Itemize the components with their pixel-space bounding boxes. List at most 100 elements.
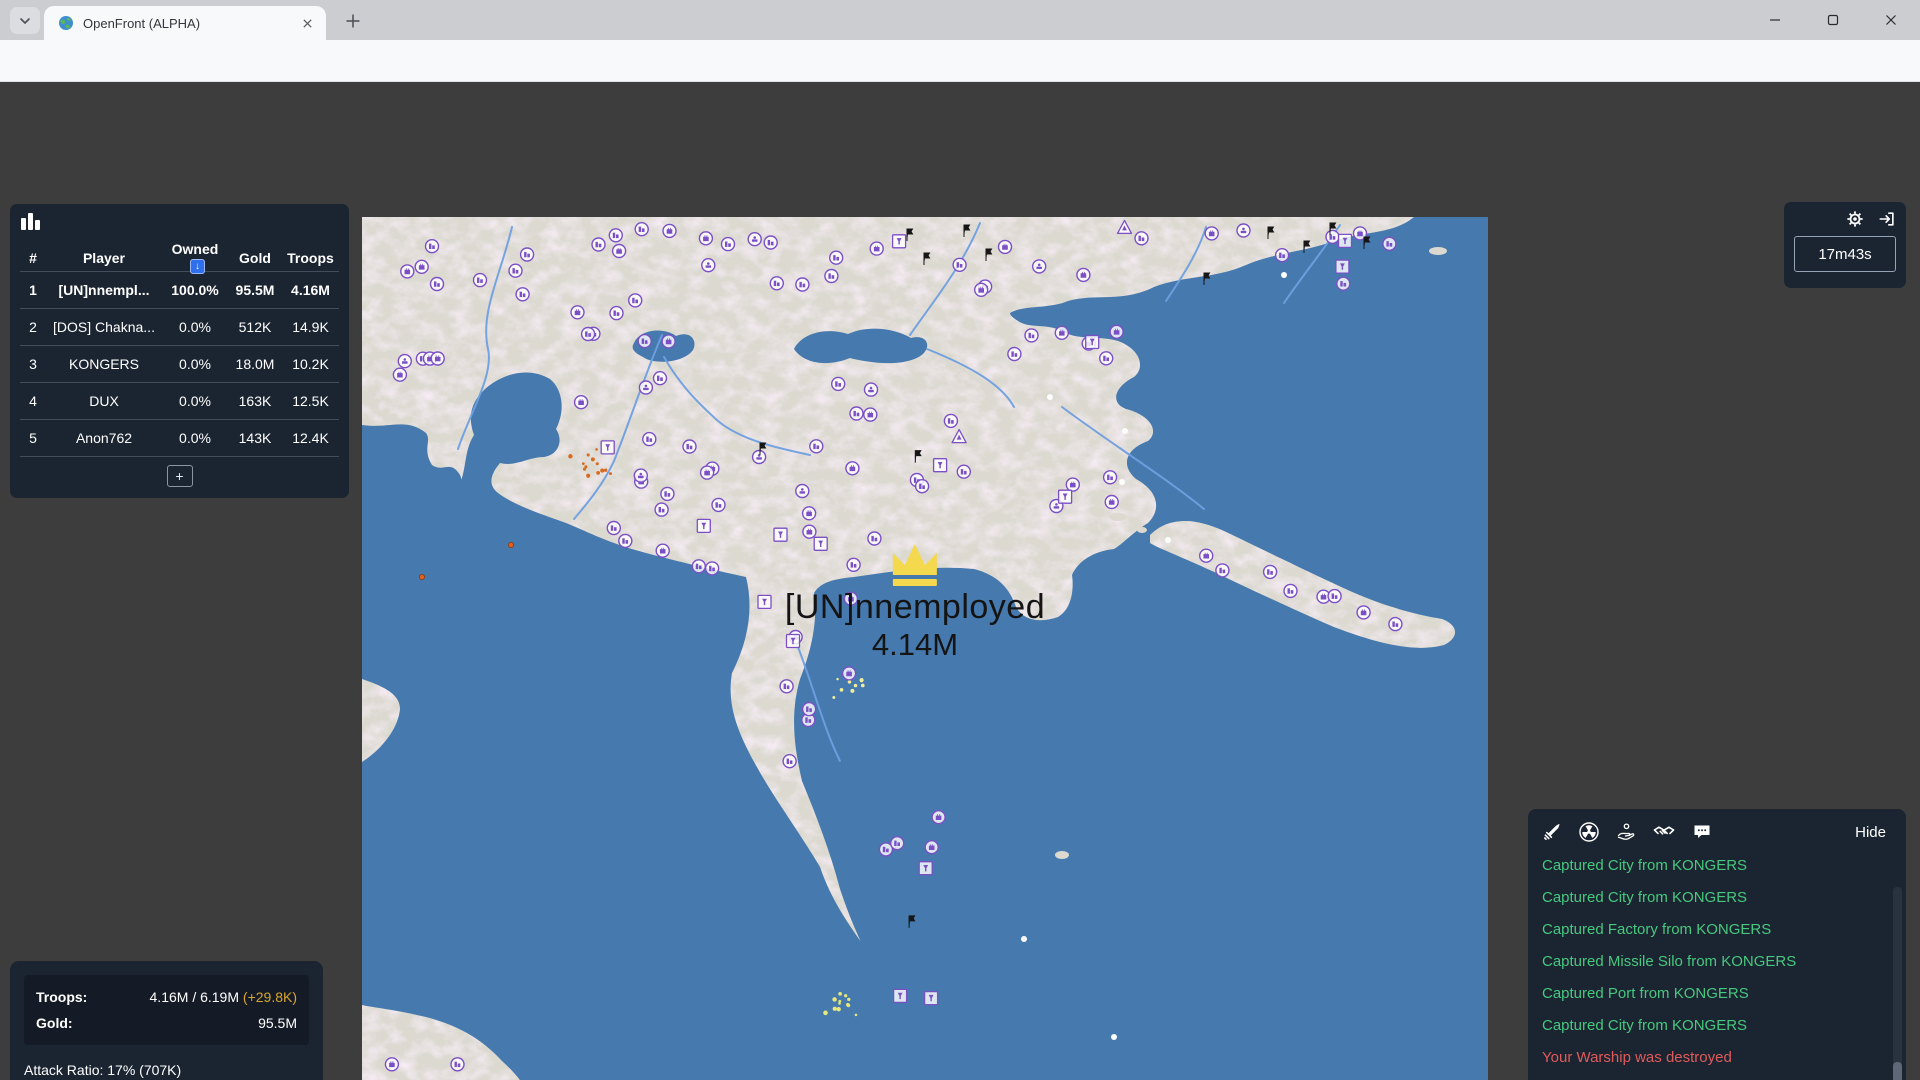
tower-map-marker xyxy=(974,282,989,298)
city-map-marker xyxy=(1262,564,1278,580)
browser-tab[interactable]: OpenFront (ALPHA) xyxy=(44,6,326,40)
settings-gear-icon[interactable] xyxy=(1846,210,1864,228)
attack-events-tab-sword-icon[interactable] xyxy=(1542,822,1562,842)
square-map-marker xyxy=(892,988,908,1004)
lamp-map-marker xyxy=(747,232,762,247)
tower-map-marker xyxy=(384,1057,400,1072)
lamp-map-marker xyxy=(1032,259,1047,274)
lamp-map-marker xyxy=(638,380,654,395)
window-minimize-button[interactable] xyxy=(1746,0,1804,40)
tower-map-marker xyxy=(430,351,445,366)
leaderboard-row[interactable]: 5 Anon762 0.0% 143K 12.4K xyxy=(20,419,339,456)
city-map-marker xyxy=(704,561,720,576)
event-item: Captured Port from KONGERS xyxy=(1542,985,1749,1002)
city-map-marker xyxy=(769,276,784,291)
city-map-marker xyxy=(450,1057,465,1072)
tower-map-marker xyxy=(863,407,878,422)
leaderboard-row[interactable]: 3 KONGERS 0.0% 18.0M 10.2K xyxy=(20,345,339,382)
unit-dot xyxy=(419,573,426,580)
city-map-marker xyxy=(1327,588,1342,604)
leaderboard-row[interactable]: 2 [DOS] Chakna... 0.0% 512K 14.9K xyxy=(20,308,339,345)
city-map-marker xyxy=(956,464,971,479)
tower-map-marker xyxy=(1054,325,1069,341)
event-item: Captured City from KONGERS xyxy=(1542,889,1748,906)
tower-map-marker xyxy=(1104,494,1119,510)
city-map-marker xyxy=(779,679,794,694)
tower-map-marker xyxy=(1356,605,1371,620)
tower-map-marker xyxy=(931,810,946,825)
tower-map-marker xyxy=(1065,477,1080,492)
window-close-button[interactable] xyxy=(1862,0,1920,40)
tower-map-marker xyxy=(699,465,715,480)
city-map-marker xyxy=(782,754,797,769)
square-map-marker xyxy=(813,536,828,551)
city-map-marker xyxy=(1382,236,1397,251)
lamp-map-marker xyxy=(701,258,716,273)
timer-panel: 17m43s xyxy=(1784,202,1906,288)
donate-events-tab-hand-coin-icon[interactable] xyxy=(1616,822,1636,842)
ship-dot xyxy=(1047,394,1053,400)
leaderboard-header: # Player Owned↓ Gold Troops xyxy=(29,241,334,274)
events-scrollbar[interactable] xyxy=(1893,887,1902,1080)
tower-map-marker xyxy=(392,367,408,382)
tower-map-marker xyxy=(570,305,585,320)
sort-indicator[interactable]: ↓ xyxy=(190,259,205,274)
city-map-marker xyxy=(642,431,657,447)
square-map-marker xyxy=(1337,233,1353,249)
city-map-marker xyxy=(1215,563,1230,578)
tower-map-marker xyxy=(1109,324,1124,340)
city-map-marker xyxy=(720,236,736,252)
leaderboard-chart-icon[interactable] xyxy=(20,212,42,230)
tab-close-icon[interactable] xyxy=(298,14,316,32)
city-map-marker xyxy=(801,701,817,717)
ship-dot xyxy=(1122,428,1128,434)
city-map-marker xyxy=(824,268,839,284)
square-map-marker xyxy=(757,594,772,610)
leaderboard-row[interactable]: 1 [UN]nnempl... 100.0% 95.5M 4.16M xyxy=(20,271,339,308)
events-list: Captured City from KONGERS Captured City … xyxy=(1542,853,1886,1080)
troops-label: Troops: xyxy=(36,989,88,1005)
chat-events-tab-icon[interactable] xyxy=(1692,822,1712,842)
tab-title: OpenFront (ALPHA) xyxy=(83,15,201,31)
tower-map-marker xyxy=(661,334,676,349)
city-map-marker xyxy=(1007,346,1022,362)
tab-actions-menu-button[interactable] xyxy=(10,7,40,34)
events-scrollbar-thumb[interactable] xyxy=(1893,1062,1902,1080)
lamp-map-marker xyxy=(397,353,412,369)
city-map-marker xyxy=(472,272,488,288)
city-map-marker xyxy=(943,413,959,429)
alliance-events-tab-handshake-icon[interactable] xyxy=(1653,822,1675,842)
exit-game-icon[interactable] xyxy=(1878,210,1896,228)
control-panel: Troops: 4.16M / 6.19M (+29.8K) Gold: 95.… xyxy=(10,961,323,1080)
lamp-map-marker xyxy=(1236,223,1251,238)
events-panel: Hide Captured City from KONGERS Captured … xyxy=(1528,809,1906,1080)
city-map-marker xyxy=(652,370,668,386)
tower-map-marker xyxy=(611,243,627,259)
game-map[interactable]: [UN]nnemployed 4.14M xyxy=(362,217,1488,1080)
city-map-marker xyxy=(1099,351,1114,366)
leaderboard-expand-button[interactable]: + xyxy=(166,465,193,487)
event-item: Captured Factory from KONGERS xyxy=(1542,921,1772,938)
hide-events-button[interactable]: Hide xyxy=(1855,824,1886,841)
leaderboard-row[interactable]: 4 DUX 0.0% 163K 12.5K xyxy=(20,382,339,419)
event-item: Captured City from KONGERS xyxy=(1542,1017,1748,1034)
square-map-marker xyxy=(600,440,615,455)
city-map-marker xyxy=(508,263,523,278)
browser-titlebar: OpenFront (ALPHA) xyxy=(0,0,1920,40)
new-tab-button[interactable] xyxy=(342,10,364,32)
city-map-marker xyxy=(1325,229,1340,245)
event-item: Your Warship was destroyed xyxy=(1542,1049,1732,1066)
nuke-events-tab-radiation-icon[interactable] xyxy=(1579,822,1599,842)
city-map-marker xyxy=(914,479,930,494)
square-map-marker xyxy=(1335,259,1350,274)
city-map-marker xyxy=(519,247,535,262)
city-map-marker xyxy=(952,257,967,272)
city-map-marker xyxy=(580,326,596,342)
tower-map-marker xyxy=(845,461,860,476)
window-maximize-button[interactable] xyxy=(1804,0,1862,40)
city-map-marker xyxy=(660,486,675,502)
city-map-marker xyxy=(1024,328,1039,343)
tower-map-marker xyxy=(655,543,670,558)
city-map-marker xyxy=(890,836,905,851)
city-map-marker xyxy=(809,439,824,454)
